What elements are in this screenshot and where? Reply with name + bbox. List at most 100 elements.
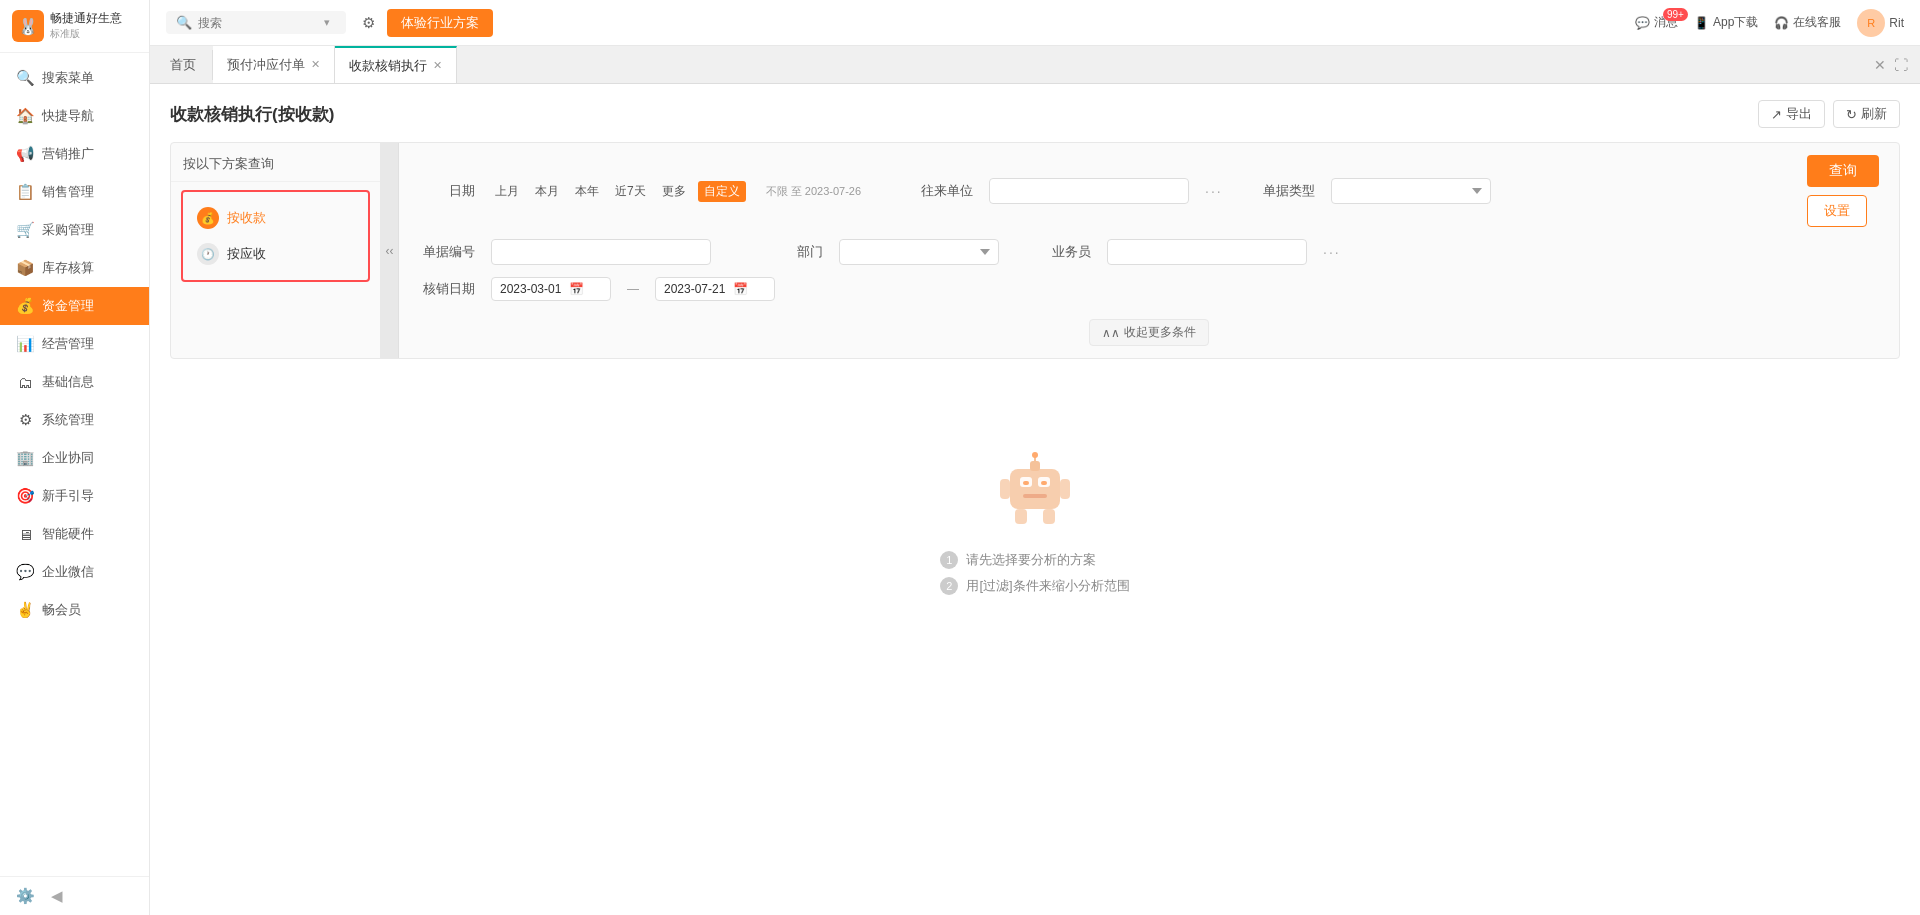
sidebar-item-weixin[interactable]: 💬企业微信 [0,553,149,591]
filter-row-1: 日期 上月 本月 本年 近7天 更多 自定义 不限 至 2023-07-26 往… [419,155,1879,227]
sidebar-item-search[interactable]: 🔍 搜索菜单 [0,59,149,97]
finance-sidebar-icon: 💰 [16,297,34,315]
receipt-option-label: 按收款 [227,209,266,227]
svg-rect-12 [1043,509,1055,524]
filter-left-panel: 按以下方案查询 💰 按收款 🕐 按应收 [171,143,381,358]
sidebar-item-hardware[interactable]: 🖥智能硬件 [0,515,149,553]
industry-btn[interactable]: 体验行业方案 [387,9,493,37]
tab-home[interactable]: 首页 [154,50,213,80]
search-icon: 🔍 [176,15,192,30]
filter-row-2: 单据编号 部门 业务员 ··· [419,239,1879,265]
sidebar-item-vip[interactable]: ✌畅会员 [0,591,149,629]
system-sidebar-icon: ⚙ [16,411,34,429]
doc-no-input[interactable] [491,239,711,265]
date-label: 日期 [419,182,475,200]
partner-input[interactable] [989,178,1189,204]
sidebar-item-marketing[interactable]: 📢营销推广 [0,135,149,173]
inventory-sidebar-icon: 📦 [16,259,34,277]
filter-option-receivable[interactable]: 🕐 按应收 [183,236,368,272]
sidebar-item-sales[interactable]: 📋销售管理 [0,173,149,211]
sidebar-label-marketing: 营销推广 [42,145,94,163]
filter-section: 按以下方案查询 💰 按收款 🕐 按应收 ‹‹ [170,142,1900,359]
collapse-more-btn[interactable]: ∧∧ 收起更多条件 [1089,319,1209,346]
date-last-month[interactable]: 上月 [491,181,523,202]
filter-collapse-handle[interactable]: ‹‹ [381,143,399,358]
sidebar-menu: 🔍 搜索菜单 🏠快捷导航📢营销推广📋销售管理🛒采购管理 📦 库存核算 💰 资金管理 📊经营管理… [0,53,149,876]
sidebar-item-inventory[interactable]: 📦 库存核算 [0,249,149,287]
sidebar-item-finance[interactable]: 💰 资金管理 [0,287,149,325]
svg-point-8 [1032,452,1038,458]
export-btn[interactable]: ↗ 导出 [1758,100,1825,128]
doc-type-select[interactable] [1331,178,1491,204]
tip-num-2: 2 [940,577,958,595]
date-custom[interactable]: 自定义 [698,181,746,202]
setting-btn[interactable]: 设置 [1807,195,1867,227]
verify-date-label: 核销日期 [419,280,475,298]
settings-icon[interactable]: ⚙️ [16,887,35,905]
search-input[interactable] [198,16,318,30]
tab-receivable[interactable]: 收款核销执行 ✕ [335,46,457,83]
tip-text-1: 请先选择要分析的方案 [966,551,1096,569]
partner-label: 往来单位 [917,182,973,200]
header-search-box[interactable]: 🔍 ▾ [166,11,346,34]
receivable-option-icon: 🕐 [197,243,219,265]
query-btn[interactable]: 查询 [1807,155,1879,187]
app-name: 畅捷通好生意 [50,11,122,27]
sidebar-label-guide: 新手引导 [42,487,94,505]
sidebar-label-system: 系统管理 [42,411,94,429]
dept-select[interactable] [839,239,999,265]
sidebar-label-finance: 资金管理 [42,297,94,315]
tab-bar: 首页 预付冲应付单 ✕ 收款核销执行 ✕ ✕ ⛶ [150,46,1920,84]
filter-option-receipt[interactable]: 💰 按收款 [183,200,368,236]
logo-icon: 🐰 [12,10,44,42]
tab-expand-icon[interactable]: ⛶ [1894,57,1908,73]
sidebar-item-guide[interactable]: 🎯新手引导 [0,477,149,515]
sidebar-label-quick-nav: 快捷导航 [42,107,94,125]
sidebar-label-inventory: 库存核算 [42,259,94,277]
sidebar-item-enterprise[interactable]: 🏢企业协同 [0,439,149,477]
date-this-month[interactable]: 本月 [531,181,563,202]
message-count: 99+ [1663,8,1688,21]
staff-label: 业务员 [1035,243,1091,261]
staff-input[interactable] [1107,239,1307,265]
date-shortcuts-group: 上月 本月 本年 近7天 更多 自定义 [491,181,746,202]
collapse-up-icon: ∧∧ [1102,326,1120,340]
sidebar-item-basic[interactable]: 🗂基础信息 [0,363,149,401]
customer-service-link[interactable]: 🎧 在线客服 [1774,14,1841,31]
app-download-link[interactable]: 📱 App下载 [1694,14,1758,31]
app-edition: 标准版 [50,27,122,41]
message-icon: 💬 [1635,16,1650,30]
tab-receivable-close-icon[interactable]: ✕ [433,59,442,72]
search-sidebar-icon: 🔍 [16,69,34,87]
date-this-year[interactable]: 本年 [571,181,603,202]
sidebar-item-operations[interactable]: 📊经营管理 [0,325,149,363]
tab-close-window-icon[interactable]: ✕ [1874,57,1886,73]
sales-sidebar-icon: 📋 [16,183,34,201]
settings-gear-icon[interactable]: ⚙ [362,14,375,32]
avatar: R [1857,9,1885,37]
verify-date-start[interactable]: 2023-03-01 📅 [491,277,611,301]
user-profile[interactable]: R Rit [1857,9,1904,37]
doc-type-label: 单据类型 [1259,182,1315,200]
sidebar-item-purchase[interactable]: 🛒采购管理 [0,211,149,249]
purchase-sidebar-icon: 🛒 [16,221,34,239]
refresh-btn[interactable]: ↻ 刷新 [1833,100,1900,128]
date-more[interactable]: 更多 [658,181,690,202]
staff-more-icon[interactable]: ··· [1323,244,1341,260]
tab-prepay-close-icon[interactable]: ✕ [311,58,320,71]
collapse-icon[interactable]: ◀ [51,887,63,905]
sidebar-item-system[interactable]: ⚙ 系统管理 [0,401,149,439]
verify-date-end[interactable]: 2023-07-21 📅 [655,277,775,301]
message-badge[interactable]: 💬 消息 99+ [1635,14,1678,31]
tip-num-1: 1 [940,551,958,569]
sidebar-label-search: 搜索菜单 [42,69,94,87]
sidebar-item-quick-nav[interactable]: 🏠快捷导航 [0,97,149,135]
service-icon: 🎧 [1774,16,1789,30]
tab-prepay[interactable]: 预付冲应付单 ✕ [213,46,335,83]
filter-row-3: 核销日期 2023-03-01 📅 — 2023-07-21 📅 [419,277,1879,301]
partner-more-icon[interactable]: ··· [1205,183,1223,199]
refresh-icon: ↻ [1846,107,1857,122]
filter-right-panel: 日期 上月 本月 本年 近7天 更多 自定义 不限 至 2023-07-26 往… [399,143,1899,358]
date-7days[interactable]: 近7天 [611,181,650,202]
search-chevron-icon[interactable]: ▾ [324,16,330,29]
